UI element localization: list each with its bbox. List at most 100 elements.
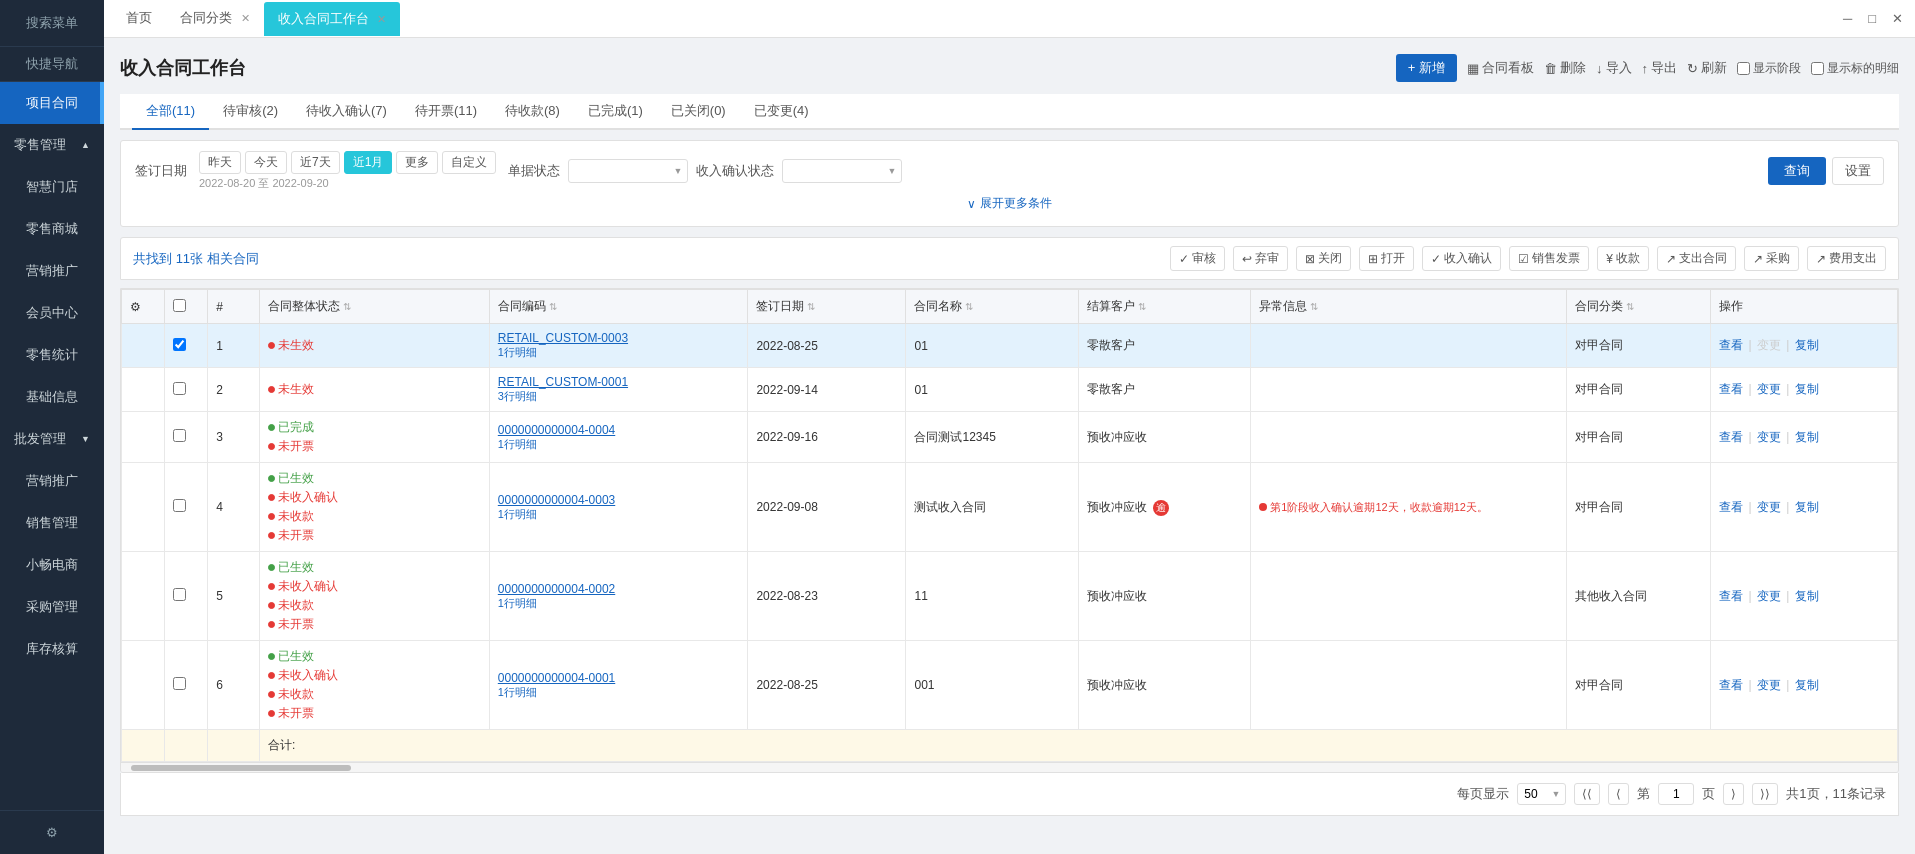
date-btn-custom[interactable]: 自定义 xyxy=(442,151,496,174)
col-sign-date[interactable]: 签订日期⇅ xyxy=(748,290,906,324)
status-tab-pending-confirm[interactable]: 待收入确认(7) xyxy=(292,94,401,130)
change-link[interactable]: 变更 xyxy=(1757,430,1781,444)
change-link[interactable]: 变更 xyxy=(1757,500,1781,514)
select-all-checkbox[interactable] xyxy=(173,299,186,312)
col-checkbox[interactable] xyxy=(165,290,208,324)
sidebar-item-purchase[interactable]: 采购管理 xyxy=(0,586,104,628)
close-btn[interactable]: ✕ xyxy=(1888,11,1907,26)
show-detail-checkbox[interactable] xyxy=(1811,62,1824,75)
sidebar-item-retail-mgr[interactable]: 零售管理 ▲ xyxy=(0,124,104,166)
scroll-bar-area[interactable] xyxy=(121,762,1898,772)
copy-link[interactable]: 复制 xyxy=(1795,678,1819,692)
refresh-btn[interactable]: ↻ 刷新 xyxy=(1687,59,1727,77)
out-contract-btn[interactable]: ↗ 支出合同 xyxy=(1657,246,1736,271)
status-tab-pending-invoice[interactable]: 待开票(11) xyxy=(401,94,491,130)
date-btn-today[interactable]: 今天 xyxy=(245,151,287,174)
view-link[interactable]: 查看 xyxy=(1719,382,1743,396)
cell-checkbox[interactable] xyxy=(165,552,208,641)
status-tab-all[interactable]: 全部(11) xyxy=(132,94,209,130)
date-btn-more[interactable]: 更多 xyxy=(396,151,438,174)
sidebar-item-marketing[interactable]: 营销推广 xyxy=(0,250,104,292)
contract-code-link[interactable]: RETAIL_CUSTOM-0001 xyxy=(498,375,628,389)
copy-link[interactable]: 复制 xyxy=(1795,589,1819,603)
sidebar-item-project[interactable]: 项目合同 xyxy=(0,82,104,124)
status-tab-pending-review[interactable]: 待审核(2) xyxy=(209,94,292,130)
expand-more-btn[interactable]: ∨ 展开更多条件 xyxy=(135,191,1884,216)
abandon-audit-btn[interactable]: ↩ 弃审 xyxy=(1233,246,1288,271)
status-tab-pending-receipt[interactable]: 待收款(8) xyxy=(491,94,574,130)
sidebar-item-smart-store[interactable]: 智慧门店 xyxy=(0,166,104,208)
status-tab-completed[interactable]: 已完成(1) xyxy=(574,94,657,130)
receipt-btn[interactable]: ¥ 收款 xyxy=(1597,246,1649,271)
next-page-btn[interactable]: ⟩ xyxy=(1723,783,1744,805)
prev-page-btn[interactable]: ⟨ xyxy=(1608,783,1629,805)
row-checkbox[interactable] xyxy=(173,499,186,512)
row-checkbox[interactable] xyxy=(173,338,186,351)
sales-invoice-btn[interactable]: ☑ 销售发票 xyxy=(1509,246,1589,271)
sidebar-item-inventory[interactable]: 库存核算 xyxy=(0,628,104,670)
contract-code-link[interactable]: 0000000000004-0002 xyxy=(498,582,615,596)
contract-code-link[interactable]: RETAIL_CUSTOM-0003 xyxy=(498,331,628,345)
delete-btn[interactable]: 🗑 删除 xyxy=(1544,59,1586,77)
row-checkbox[interactable] xyxy=(173,382,186,395)
tab-contract-cat-close[interactable]: ✕ xyxy=(241,12,250,24)
copy-link[interactable]: 复制 xyxy=(1795,382,1819,396)
view-link[interactable]: 查看 xyxy=(1719,589,1743,603)
date-btn-7days[interactable]: 近7天 xyxy=(291,151,340,174)
setting-button[interactable]: 设置 xyxy=(1832,157,1884,185)
sidebar-item-member[interactable]: 会员中心 xyxy=(0,292,104,334)
query-button[interactable]: 查询 xyxy=(1768,157,1826,185)
maximize-btn[interactable]: □ xyxy=(1864,11,1880,26)
cell-checkbox[interactable] xyxy=(165,412,208,463)
export-btn[interactable]: ↑ 导出 xyxy=(1642,59,1678,77)
expense-btn[interactable]: ↗ 费用支出 xyxy=(1807,246,1886,271)
sidebar-item-ecommerce[interactable]: 小畅电商 xyxy=(0,544,104,586)
sidebar-item-marketing2[interactable]: 营销推广 xyxy=(0,460,104,502)
scroll-bar-thumb[interactable] xyxy=(131,765,351,771)
change-link[interactable]: 变更 xyxy=(1757,678,1781,692)
tab-income-contract-close[interactable]: ✕ xyxy=(377,13,386,25)
date-btn-yesterday[interactable]: 昨天 xyxy=(199,151,241,174)
col-settle-customer[interactable]: 结算客户⇅ xyxy=(1078,290,1250,324)
view-link[interactable]: 查看 xyxy=(1719,678,1743,692)
change-link[interactable]: 变更 xyxy=(1757,382,1781,396)
view-link[interactable]: 查看 xyxy=(1719,430,1743,444)
contract-board-btn[interactable]: ▦ 合同看板 xyxy=(1467,59,1534,77)
col-contract-code[interactable]: 合同编码⇅ xyxy=(489,290,748,324)
sidebar-settings[interactable]: ⚙ xyxy=(0,810,104,854)
cell-checkbox[interactable] xyxy=(165,463,208,552)
sidebar-item-retail-mall[interactable]: 零售商城 xyxy=(0,208,104,250)
col-contract-name[interactable]: 合同名称⇅ xyxy=(906,290,1078,324)
income-confirm-select[interactable] xyxy=(782,159,902,183)
col-overall-status[interactable]: 合同整体状态⇅ xyxy=(259,290,489,324)
contract-code-link[interactable]: 0000000000004-0001 xyxy=(498,671,615,685)
first-page-btn[interactable]: ⟨⟨ xyxy=(1574,783,1600,805)
cell-checkbox[interactable] xyxy=(165,641,208,730)
close-contract-btn[interactable]: ⊠ 关闭 xyxy=(1296,246,1351,271)
status-tab-changed[interactable]: 已变更(4) xyxy=(740,94,823,130)
copy-link[interactable]: 复制 xyxy=(1795,500,1819,514)
sidebar-item-retail-stats[interactable]: 零售统计 xyxy=(0,334,104,376)
date-btn-1month[interactable]: 近1月 xyxy=(344,151,393,174)
show-stage-checkbox[interactable] xyxy=(1737,62,1750,75)
income-confirm-btn[interactable]: ✓ 收入确认 xyxy=(1422,246,1501,271)
cell-checkbox[interactable] xyxy=(165,368,208,412)
change-link[interactable]: 变更 xyxy=(1757,589,1781,603)
row-checkbox[interactable] xyxy=(173,677,186,690)
cell-checkbox[interactable] xyxy=(165,324,208,368)
view-link[interactable]: 查看 xyxy=(1719,500,1743,514)
sidebar-quicknav[interactable]: 快捷导航 xyxy=(0,47,104,82)
row-checkbox[interactable] xyxy=(173,588,186,601)
page-number-input[interactable] xyxy=(1658,783,1694,805)
col-exception-info[interactable]: 异常信息⇅ xyxy=(1251,290,1567,324)
tab-contract-cat[interactable]: 合同分类 ✕ xyxy=(166,1,264,37)
last-page-btn[interactable]: ⟩⟩ xyxy=(1752,783,1778,805)
copy-link[interactable]: 复制 xyxy=(1795,430,1819,444)
audit-btn[interactable]: ✓ 审核 xyxy=(1170,246,1225,271)
sidebar-search[interactable]: 搜索菜单 xyxy=(0,0,104,47)
import-btn[interactable]: ↓ 导入 xyxy=(1596,59,1632,77)
page-size-select[interactable]: 50 20 100 xyxy=(1517,783,1566,805)
row-checkbox[interactable] xyxy=(173,429,186,442)
copy-link[interactable]: 复制 xyxy=(1795,338,1819,352)
col-contract-type[interactable]: 合同分类⇅ xyxy=(1567,290,1711,324)
